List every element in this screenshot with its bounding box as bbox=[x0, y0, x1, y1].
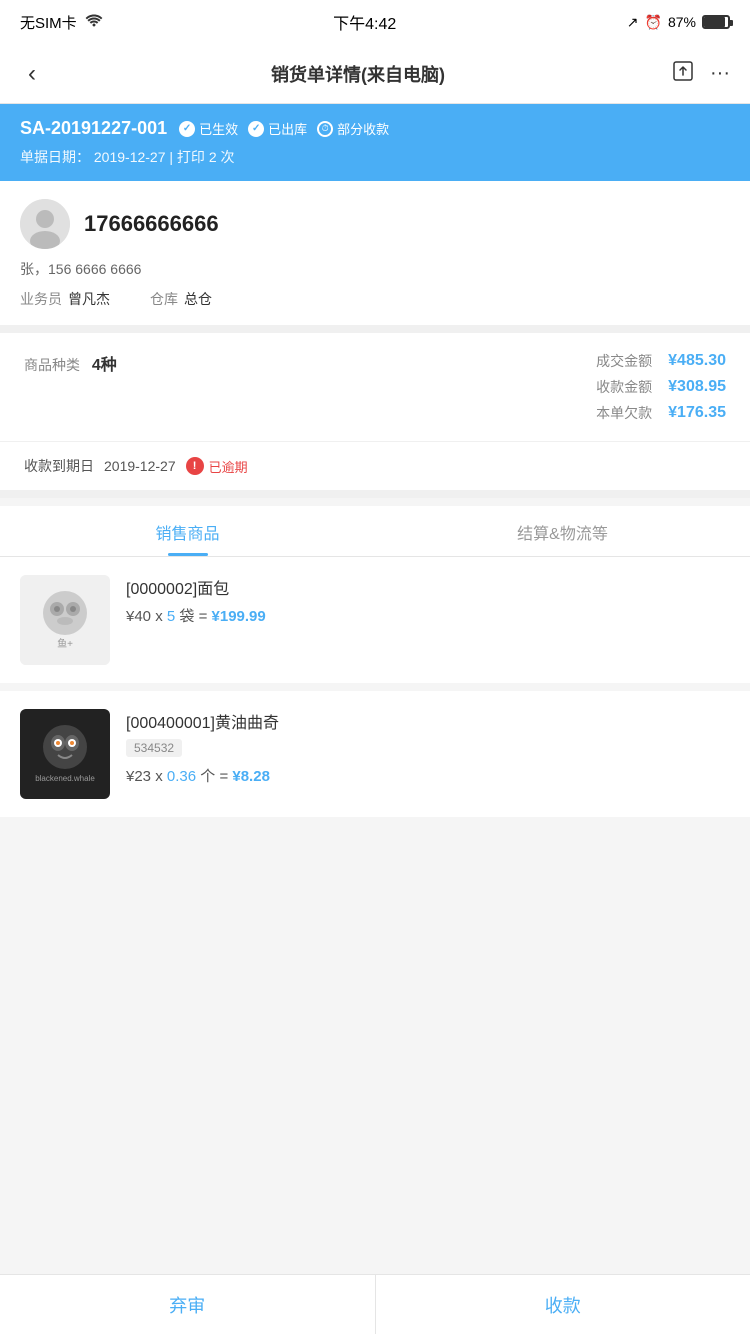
bottom-bar: 弃审 收款 bbox=[0, 1274, 750, 1334]
header-date: 单据日期： 2019-12-27 | 打印 2 次 bbox=[20, 147, 730, 167]
product-thumbnail-1: 鱼+ bbox=[20, 575, 110, 665]
customer-section: 17666666666 张，156 6666 6666 业务员 曾凡杰 仓库 总… bbox=[0, 181, 750, 325]
list-item: 鱼+ [0000002]面包 ¥40 x 5 袋 = ¥199.99 bbox=[0, 557, 750, 683]
nav-actions: ··· bbox=[672, 60, 730, 88]
order-id: SA-20191227-001 bbox=[20, 118, 167, 139]
svg-text:鱼+: 鱼+ bbox=[57, 637, 73, 650]
product-total-1: ¥199.99 bbox=[212, 608, 266, 625]
battery-percent: 87% bbox=[668, 14, 696, 30]
status-time: 下午4:42 bbox=[333, 10, 396, 34]
warehouse-label: 仓库 bbox=[150, 289, 178, 309]
status-left: 无SIM卡 bbox=[20, 12, 103, 33]
customer-sub: 张，156 6666 6666 bbox=[20, 259, 730, 279]
header-banner: SA-20191227-001 ✓ 已生效 ✓ 已出库 ⏱ 部分收款 单据日期：… bbox=[0, 104, 750, 181]
deal-amount-label: 成交金额 bbox=[596, 351, 652, 371]
avatar bbox=[20, 199, 70, 249]
overdue-text: 已逾期 bbox=[209, 457, 248, 476]
badge-shipped: ✓ 已出库 bbox=[248, 119, 307, 138]
list-item: blackened.whale [000400001]黄油曲奇 534532 ¥… bbox=[0, 691, 750, 817]
customer-phone: 17666666666 bbox=[84, 211, 219, 237]
carrier-text: 无SIM卡 bbox=[20, 12, 77, 33]
status-bar: 无SIM卡 下午4:42 ↗ ⏰ 87% bbox=[0, 0, 750, 44]
more-button[interactable]: ··· bbox=[710, 62, 730, 85]
stats-right: 成交金额 ¥485.30 收款金额 ¥308.95 本单欠款 ¥176.35 bbox=[596, 351, 726, 423]
product-qty-2: 0.36 bbox=[167, 768, 196, 785]
page-title: 销货单详情(来自电脑) bbox=[271, 61, 445, 87]
header-top: SA-20191227-001 ✓ 已生效 ✓ 已出库 ⏱ 部分收款 bbox=[20, 118, 730, 139]
due-label: 收款到期日 bbox=[24, 456, 94, 476]
customer-header: 17666666666 bbox=[20, 199, 730, 249]
product-name-2: [000400001]黄油曲奇 bbox=[126, 709, 730, 733]
nav-bar: ‹ 销货单详情(来自电脑) ··· bbox=[0, 44, 750, 104]
alarm-icon: ⏰ bbox=[645, 14, 662, 31]
confirm-button[interactable]: 收款 bbox=[376, 1275, 750, 1334]
debt-value: ¥176.35 bbox=[668, 404, 726, 422]
due-date: 2019-12-27 bbox=[104, 458, 176, 474]
deal-amount-row: 成交金额 ¥485.30 bbox=[596, 351, 726, 371]
received-label: 收款金额 bbox=[596, 377, 652, 397]
product-info-1: [0000002]面包 ¥40 x 5 袋 = ¥199.99 bbox=[126, 575, 730, 626]
check-icon-2: ✓ bbox=[248, 121, 264, 137]
status-right: ↗ ⏰ 87% bbox=[627, 14, 730, 31]
check-icon-1: ✓ bbox=[179, 121, 195, 137]
warehouse-value: 总仓 bbox=[184, 289, 212, 309]
wifi-icon bbox=[85, 13, 103, 31]
category-value: 4种 bbox=[92, 357, 117, 374]
salesperson-value: 曾凡杰 bbox=[68, 289, 110, 309]
salesperson-label: 业务员 bbox=[20, 289, 62, 309]
location-icon: ↗ bbox=[627, 14, 639, 31]
overdue-badge: ! 已逾期 bbox=[186, 457, 248, 476]
tabs: 销售商品 结算&物流等 bbox=[0, 506, 750, 557]
debt-row: 本单欠款 ¥176.35 bbox=[596, 403, 726, 423]
received-value: ¥308.95 bbox=[668, 378, 726, 396]
customer-meta: 业务员 曾凡杰 仓库 总仓 bbox=[20, 289, 730, 309]
badge-active: ✓ 已生效 bbox=[179, 119, 238, 138]
product-thumbnail-2: blackened.whale bbox=[20, 709, 110, 799]
tab-section: 销售商品 结算&物流等 鱼+ [000 bbox=[0, 498, 750, 817]
cancel-button[interactable]: 弃审 bbox=[0, 1275, 376, 1334]
badge-partial: ⏱ 部分收款 bbox=[317, 119, 389, 138]
received-row: 收款金额 ¥308.95 bbox=[596, 377, 726, 397]
deal-amount-value: ¥485.30 bbox=[668, 352, 726, 370]
due-section: 收款到期日 2019-12-27 ! 已逾期 bbox=[0, 441, 750, 490]
product-info-2: [000400001]黄油曲奇 534532 ¥23 x 0.36 个 = ¥8… bbox=[126, 709, 730, 786]
product-list: 鱼+ [0000002]面包 ¥40 x 5 袋 = ¥199.99 bbox=[0, 557, 750, 817]
divider-2 bbox=[0, 490, 750, 498]
tab-settlement[interactable]: 结算&物流等 bbox=[375, 506, 750, 556]
warehouse-item: 仓库 总仓 bbox=[150, 289, 212, 309]
product-qty-1: 5 bbox=[167, 608, 175, 625]
svg-text:blackened.whale: blackened.whale bbox=[35, 774, 95, 783]
salesperson-item: 业务员 曾凡杰 bbox=[20, 289, 110, 309]
debt-label: 本单欠款 bbox=[596, 403, 652, 423]
overdue-icon: ! bbox=[186, 457, 204, 475]
product-sku-2: 534532 bbox=[126, 739, 182, 757]
back-button[interactable]: ‹ bbox=[20, 52, 44, 96]
product-total-2: ¥8.28 bbox=[232, 768, 270, 785]
status-badges: ✓ 已生效 ✓ 已出库 ⏱ 部分收款 bbox=[179, 119, 389, 138]
product-price-2: ¥23 x 0.36 个 = ¥8.28 bbox=[126, 765, 730, 786]
stats-left: 商品种类 4种 bbox=[24, 351, 117, 375]
clock-icon: ⏱ bbox=[317, 121, 333, 137]
share-button[interactable] bbox=[672, 60, 694, 88]
stats-section: 商品种类 4种 成交金额 ¥485.30 收款金额 ¥308.95 本单欠款 ¥… bbox=[0, 333, 750, 441]
product-name-1: [0000002]面包 bbox=[126, 575, 730, 599]
battery-icon bbox=[702, 15, 730, 29]
tab-products[interactable]: 销售商品 bbox=[0, 506, 375, 556]
divider-1 bbox=[0, 325, 750, 333]
category-label: 商品种类 bbox=[24, 357, 80, 373]
product-price-1: ¥40 x 5 袋 = ¥199.99 bbox=[126, 605, 730, 626]
